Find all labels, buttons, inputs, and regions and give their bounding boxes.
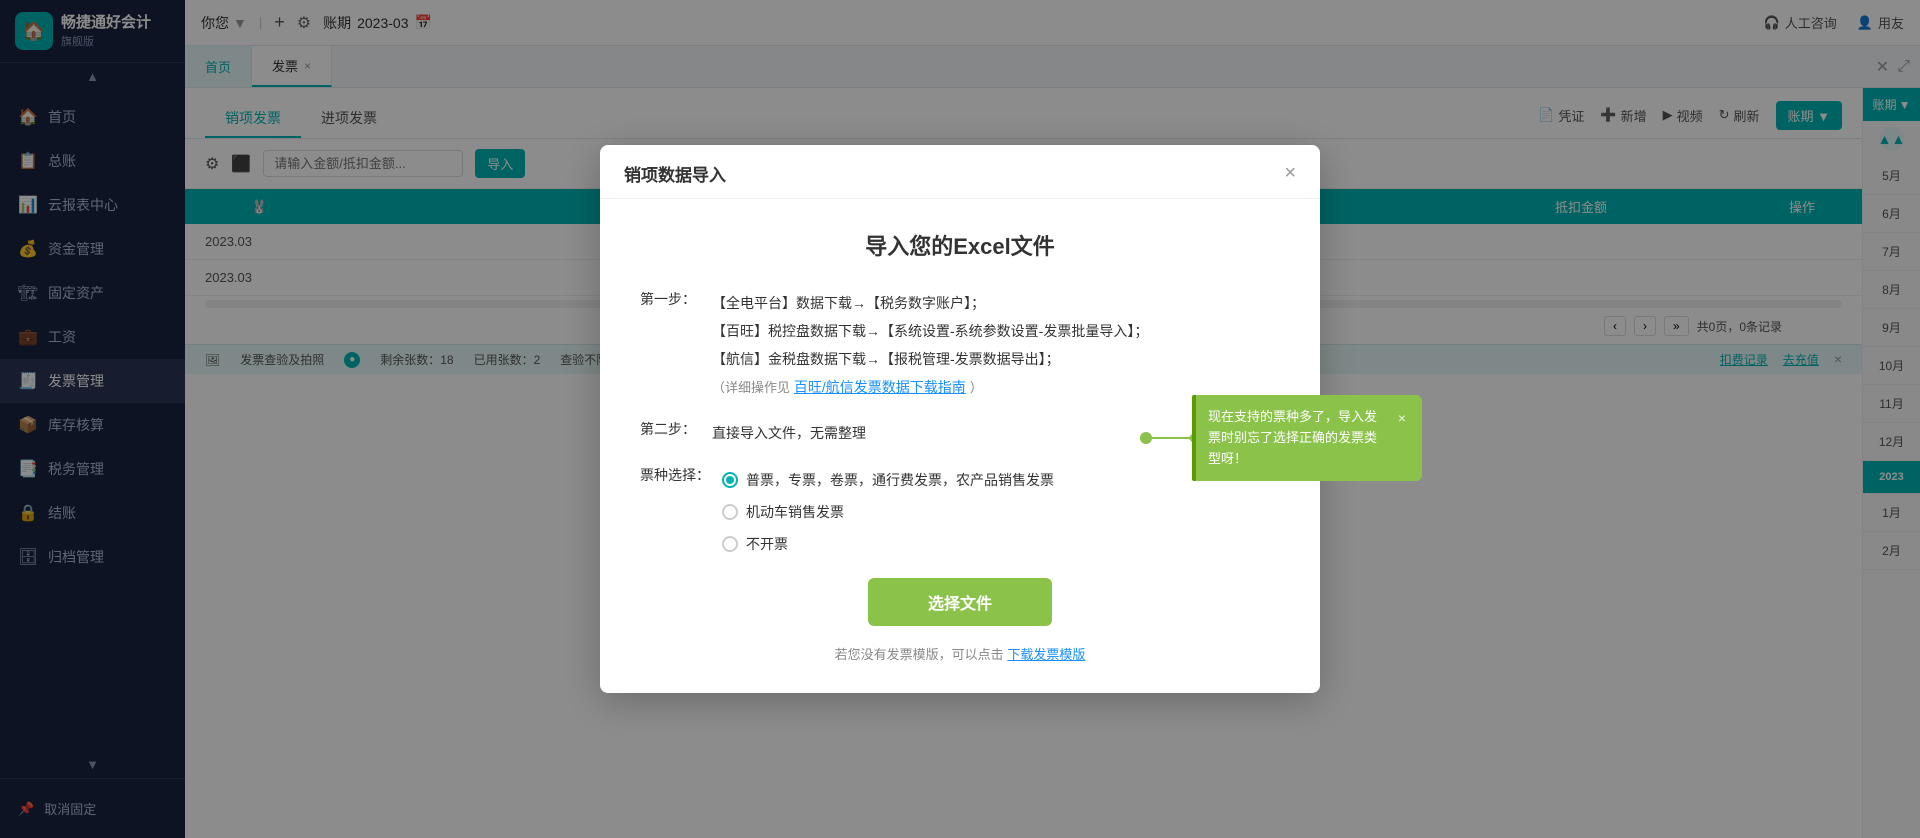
radio-label-none: 不开票 — [746, 534, 788, 554]
modal-step1: 第一步： 【全电平台】数据下载→【税务数字账户】； 【百旺】税控盘数据下载→【系… — [640, 289, 1280, 401]
radio-circle-none[interactable] — [722, 536, 738, 552]
tooltip-close-btn[interactable]: × — [1398, 407, 1406, 429]
tooltip-anchor-dot — [1140, 432, 1152, 444]
radio-item-normal[interactable]: 普票，专票，卷票，通行费发票，农产品销售发票 — [722, 470, 1054, 490]
radio-circle-normal[interactable] — [722, 472, 738, 488]
step1-note-text: （详细操作见 — [712, 380, 790, 395]
tooltip-text: 现在支持的票种多了，导入发票时别忘了选择正确的发票类型呀！ — [1208, 407, 1390, 469]
modal-header: 销项数据导入 × — [600, 145, 1320, 199]
modal-footer: 若您没有发票模版，可以点击 下载发票模版 — [640, 644, 1280, 663]
step1-note-end: ） — [970, 380, 983, 395]
step1-line2: 【百旺】税控盘数据下载→【系统设置-系统参数设置-发票批量导入】； — [712, 317, 1148, 345]
step1-label: 第一步： — [640, 289, 700, 309]
tooltip-bubble: × 现在支持的票种多了，导入发票时别忘了选择正确的发票类型呀！ — [1192, 395, 1422, 481]
modal-heading: 导入您的Excel文件 — [640, 229, 1280, 261]
step1-content: 【全电平台】数据下载→【税务数字账户】； 【百旺】税控盘数据下载→【系统设置-系… — [712, 289, 1148, 401]
radio-inner-normal — [726, 476, 734, 484]
radio-item-motor[interactable]: 机动车销售发票 — [722, 502, 1054, 522]
step1-note: （详细操作见 百旺/航信发票数据下载指南 ） — [712, 373, 1148, 401]
modal-title: 销项数据导入 — [624, 161, 726, 186]
step2-label: 第二步： — [640, 419, 700, 439]
radio-label-normal: 普票，专票，卷票，通行费发票，农产品销售发票 — [746, 470, 1054, 490]
step1-line1: 【全电平台】数据下载→【税务数字账户】； — [712, 289, 1148, 317]
radio-label-motor: 机动车销售发票 — [746, 502, 844, 522]
tooltip-accent-bar — [1192, 395, 1196, 481]
radio-item-none[interactable]: 不开票 — [722, 534, 1054, 554]
ticket-label: 票种选择： — [640, 465, 710, 485]
step1-guide-link[interactable]: 百旺/航信发票数据下载指南 — [794, 379, 966, 395]
step2-content: 直接导入文件，无需整理 — [712, 419, 866, 447]
tooltip-container: × 现在支持的票种多了，导入发票时别忘了选择正确的发票类型呀！ — [1140, 395, 1422, 481]
radio-circle-motor[interactable] — [722, 504, 738, 520]
footer-text: 若您没有发票模版，可以点击 — [835, 647, 1004, 662]
select-file-button[interactable]: 选择文件 — [868, 578, 1052, 626]
download-template-link[interactable]: 下载发票模版 — [1007, 647, 1085, 662]
radio-group: 普票，专票，卷票，通行费发票，农产品销售发票 机动车销售发票 不开票 — [722, 470, 1054, 554]
modal-overlay[interactable]: 销项数据导入 × 导入您的Excel文件 第一步： 【全电平台】数据下载→【税务… — [0, 0, 1920, 838]
step1-line3: 【航信】金税盘数据下载→【报税管理-发票数据导出】； — [712, 345, 1148, 373]
modal-close-button[interactable]: × — [1284, 162, 1296, 185]
